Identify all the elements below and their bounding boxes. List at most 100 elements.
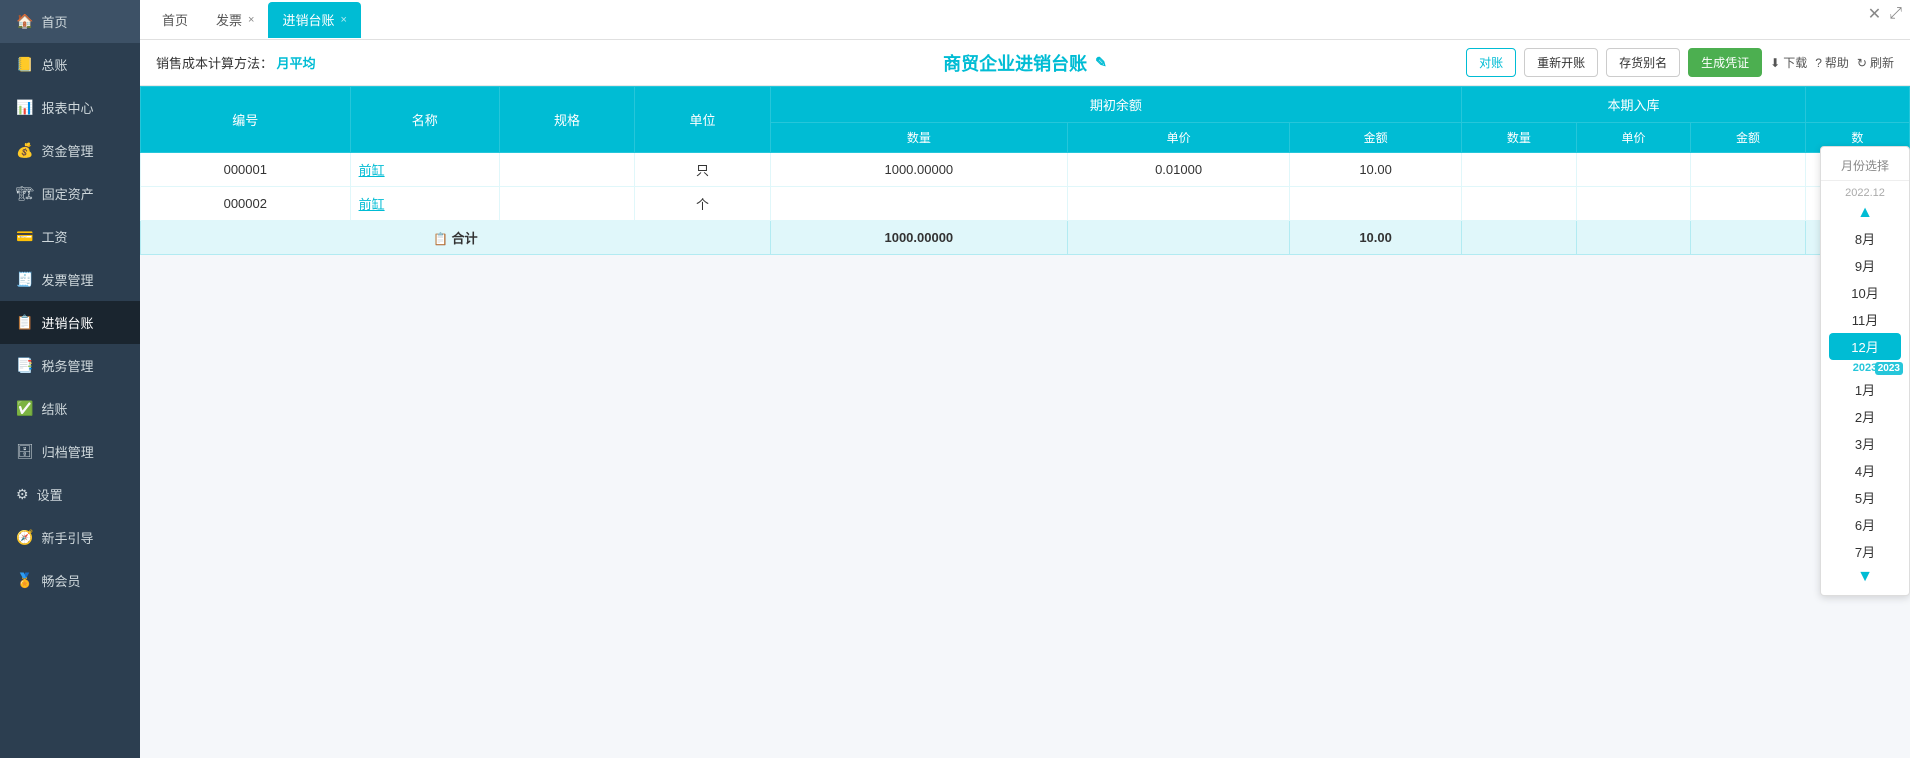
row-spec [499,153,634,187]
total-opening-amount: 10.00 [1290,221,1462,255]
page-title: 商贸企业进销台账 [943,50,1087,76]
col-header-name: 名称 [350,87,499,153]
col-in-amount: 金额 [1691,123,1806,153]
purchase-sales-table: 编号 名称 规格 单位 期初余额 本期入库 数量 单价 金额 数量 单价 金额 … [140,86,1910,255]
assets-icon: 🏗 [16,185,34,202]
guide-icon: 🧭 [16,529,33,546]
total-in-qty [1462,221,1577,255]
toolbar: 销售成本计算方法： 月平均 商贸企业进销台账 ✎ 对账 重新开账 存货别名 生成… [140,40,1910,86]
month-item-12[interactable]: 12月 [1829,333,1901,360]
close-window-button[interactable]: ✕ [1868,4,1881,24]
sidebar-item-label: 进销台账 [41,313,93,332]
tab-invoice[interactable]: 发票 × [202,2,268,38]
total-opening-qty: 1000.00000 [770,221,1067,255]
reopen-button[interactable]: 重新开账 [1524,48,1598,77]
row-spec [499,187,634,221]
sidebar-item-label: 税务管理 [41,356,93,375]
ledger-icon: 📒 [16,56,33,73]
month-item-7[interactable]: 7月 [1821,538,1909,565]
year-badge: 2023 [1875,362,1903,375]
maximize-window-button[interactable]: ⤢ [1889,5,1902,23]
col-header-unit: 单位 [635,87,770,153]
month-item-11[interactable]: 11月 [1821,306,1909,333]
month-item-1[interactable]: 1月 [1821,376,1909,403]
sidebar-item-reports[interactable]: 📊 报表中心 [0,86,140,129]
generate-voucher-button[interactable]: 生成凭证 [1688,48,1762,77]
col-opening-amount: 金额 [1290,123,1462,153]
year-2022-label: 2022.12 [1821,185,1909,201]
row-name: 前缸 [350,153,499,187]
month-item-10[interactable]: 10月 [1821,279,1909,306]
sidebar-item-close[interactable]: ✅ 结账 [0,387,140,430]
month-item-9[interactable]: 9月 [1821,252,1909,279]
tab-home[interactable]: 首页 [148,2,202,38]
month-nav-down[interactable]: ▼ [1821,565,1909,589]
window-controls: ✕ ⤢ [1868,4,1902,24]
table-row: 000001 前缸 只 1000.00000 0.01000 10.00 [141,153,1910,187]
col-header-spec: 规格 [499,87,634,153]
table-header-top: 编号 名称 规格 单位 期初余额 本期入库 [141,87,1910,123]
month-item-6[interactable]: 6月 [1821,511,1909,538]
row-id: 000001 [141,153,351,187]
sidebar-item-funds[interactable]: 💰 资金管理 [0,129,140,172]
home-icon: 🏠 [16,13,33,30]
row-opening-price [1068,187,1290,221]
row-id: 000002 [141,187,351,221]
settings-icon: ⚙ [16,486,29,503]
invoice-mgmt-icon: 🧾 [16,271,33,288]
tab-home-label: 首页 [162,10,188,29]
sidebar-item-label: 结账 [41,399,67,418]
sidebar-item-label: 设置 [37,485,63,504]
tab-invoice-close[interactable]: × [248,14,254,26]
save-alias-button[interactable]: 存货别名 [1606,48,1680,77]
table-area: 编号 名称 规格 单位 期初余额 本期入库 数量 单价 金额 数量 单价 金额 … [140,86,1910,758]
month-item-5[interactable]: 5月 [1821,484,1909,511]
sidebar-item-guide[interactable]: 🧭 新手引导 [0,516,140,559]
row-in-price [1576,153,1691,187]
edit-icon[interactable]: ✎ [1095,54,1107,71]
sidebar-item-label: 归档管理 [42,442,94,461]
tab-purchase-sales-close[interactable]: × [340,14,346,26]
sidebar-item-purchase-sales[interactable]: 📋 进销台账 [0,301,140,344]
sidebar: 🏠 首页 📒 总账 📊 报表中心 💰 资金管理 🏗 固定资产 💳 工资 🧾 发票… [0,0,140,758]
row-unit: 个 [635,187,770,221]
reports-icon: 📊 [16,99,33,116]
sidebar-item-label: 总账 [41,55,67,74]
sidebar-item-assets[interactable]: 🏗 固定资产 [0,172,140,215]
reconcile-button[interactable]: 对账 [1466,48,1516,77]
sidebar-item-salary[interactable]: 💳 工资 [0,215,140,258]
cost-method-label: 销售成本计算方法： [156,56,273,71]
total-opening-price [1068,221,1290,255]
sidebar-item-settings[interactable]: ⚙ 设置 [0,473,140,516]
table-total-row: 📋 合计 1000.00000 10.00 [141,221,1910,255]
sidebar-item-tax[interactable]: 📑 税务管理 [0,344,140,387]
salary-icon: 💳 [16,228,33,245]
sidebar-item-label: 新手引导 [41,528,93,547]
main-content: 首页 发票 × 进销台账 × 销售成本计算方法： 月平均 商贸企业进销台账 ✎ … [140,0,1910,758]
sidebar-item-archive[interactable]: 🗄 归档管理 [0,430,140,473]
sidebar-item-member[interactable]: 🏅 畅会员 [0,559,140,602]
month-item-2[interactable]: 2月 [1821,403,1909,430]
sidebar-item-label: 固定资产 [42,184,94,203]
row-unit: 只 [635,153,770,187]
sidebar-item-label: 首页 [41,12,67,31]
month-nav-up[interactable]: ▲ [1821,201,1909,225]
sidebar-item-label: 报表中心 [41,98,93,117]
month-item-8[interactable]: 8月 [1821,225,1909,252]
row-opening-qty: 1000.00000 [770,153,1067,187]
month-item-3[interactable]: 3月 [1821,430,1909,457]
funds-icon: 💰 [16,142,33,159]
total-in-amount [1691,221,1806,255]
col-in-price: 单价 [1576,123,1691,153]
col-opening-price: 单价 [1068,123,1290,153]
sidebar-item-home[interactable]: 🏠 首页 [0,0,140,43]
month-picker-panel: 月份选择 2022.12 ▲ 8月 9月 10月 11月 12月 2023 20… [1820,146,1910,596]
help-button[interactable]: ? 帮助 [1815,54,1849,71]
month-item-4[interactable]: 4月 [1821,457,1909,484]
sidebar-item-ledger[interactable]: 📒 总账 [0,43,140,86]
sidebar-item-invoice-mgmt[interactable]: 🧾 发票管理 [0,258,140,301]
refresh-button[interactable]: ↻ 刷新 [1857,54,1894,71]
row-opening-amount: 10.00 [1290,153,1462,187]
download-button[interactable]: ⬇ 下载 [1770,54,1807,71]
tab-purchase-sales[interactable]: 进销台账 × [268,2,360,38]
